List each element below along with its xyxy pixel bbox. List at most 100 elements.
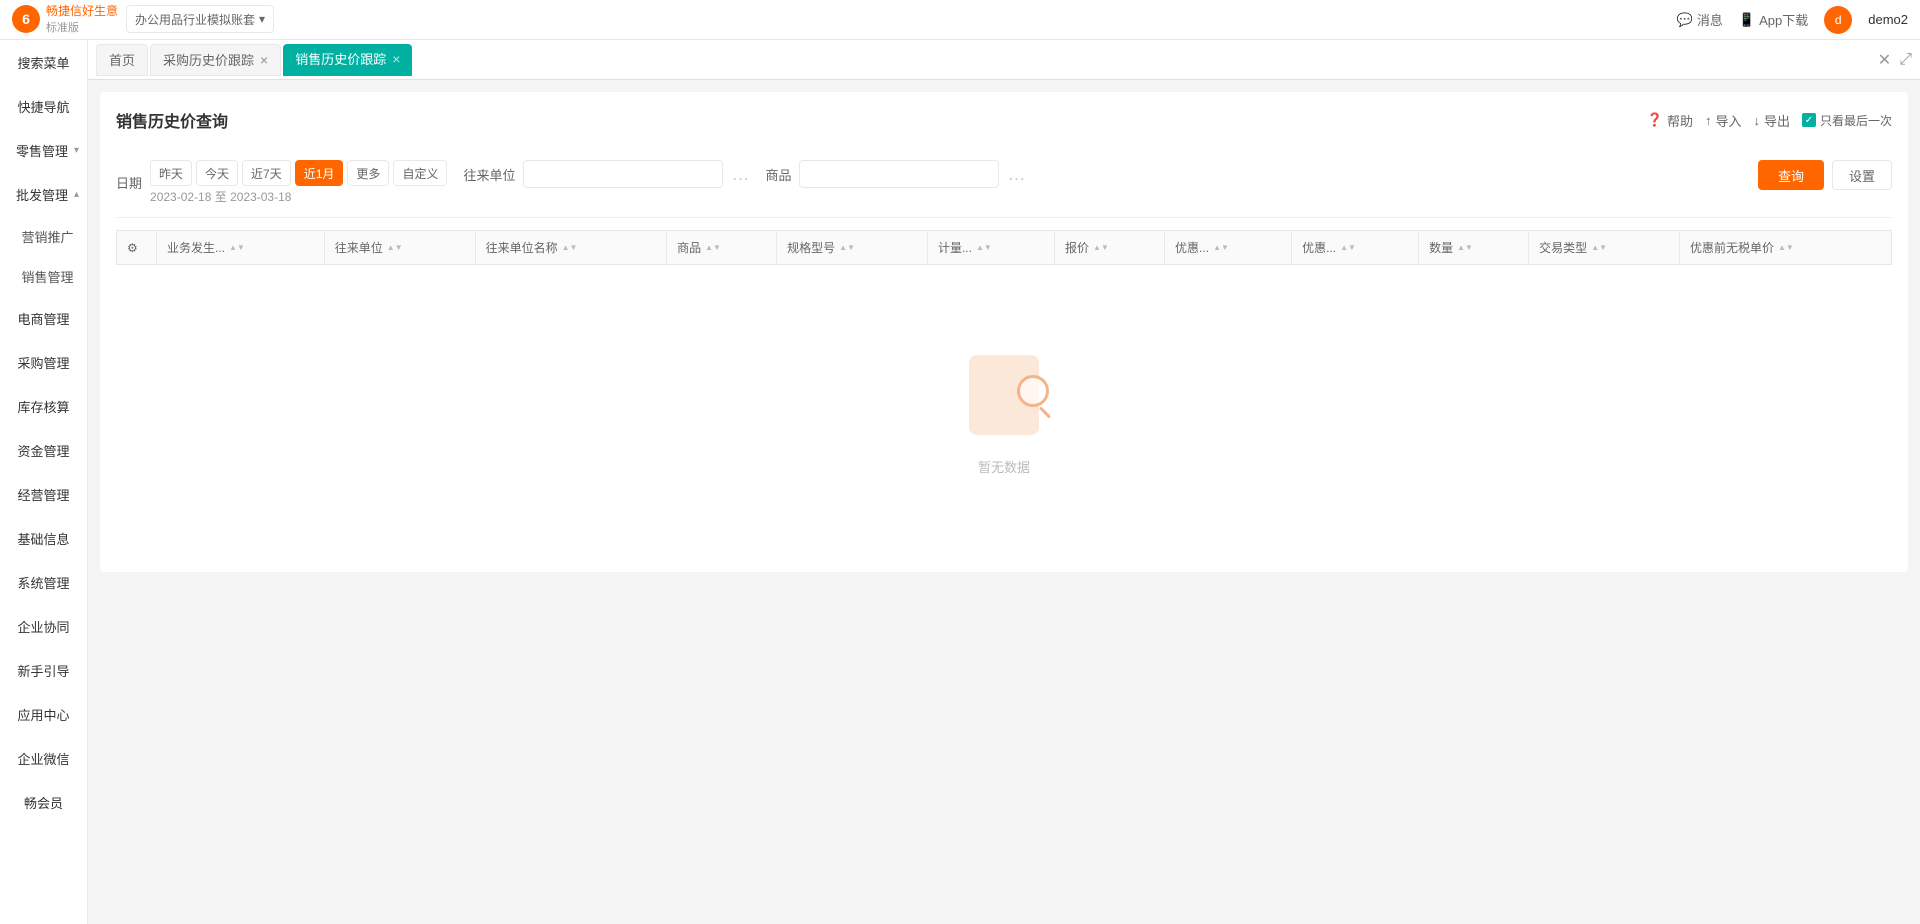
settings-button[interactable]: 设置: [1832, 160, 1892, 190]
tab-bar-controls: ✕ ⤢: [1878, 50, 1912, 70]
tab-close-purchase-history[interactable]: ×: [260, 53, 268, 67]
col-unit[interactable]: 计量... ▲▼: [927, 231, 1054, 265]
tab-close-sales-history[interactable]: ×: [392, 52, 400, 66]
logo-icon: 6: [12, 5, 40, 33]
empty-illustration: [954, 345, 1054, 445]
data-table: ⚙ 业务发生... ▲▼: [116, 230, 1892, 265]
query-button[interactable]: 查询: [1758, 160, 1824, 190]
tab-content-area: 首页 采购历史价跟踪 × 销售历史价跟踪 × ✕ ⤢: [88, 40, 1920, 924]
date-btn-more[interactable]: 更多: [347, 160, 389, 186]
logo: 6 畅捷信好生意 标准版: [12, 4, 118, 34]
customer-picker-icon[interactable]: …: [731, 164, 749, 185]
col-trade-type[interactable]: 交易类型 ▲▼: [1529, 231, 1680, 265]
sidebar-item-app-center[interactable]: 应用中心: [0, 692, 87, 736]
sort-arrows-quantity: ▲▼: [1457, 243, 1473, 252]
date-btn-last1month[interactable]: 近1月: [295, 160, 344, 186]
settings-icon: ⚙: [127, 241, 138, 255]
sidebar-item-finance[interactable]: 资金管理: [0, 428, 87, 472]
product-filter-group: 商品 …: [765, 160, 1025, 188]
date-btn-yesterday[interactable]: 昨天: [150, 160, 192, 186]
sidebar-item-retail[interactable]: 零售管理 ▾: [0, 128, 87, 172]
top-bar: 6 畅捷信好生意 标准版 办公用品行业模拟账套 ▾ 💬 消息 📱 App下载: [0, 0, 1920, 40]
date-btn-custom[interactable]: 自定义: [393, 160, 447, 186]
sort-arrows-trade-type: ▲▼: [1591, 243, 1607, 252]
sidebar-item-shortcuts[interactable]: 快捷导航: [0, 84, 87, 128]
sidebar-item-wholesale[interactable]: 批发管理 ▴: [0, 172, 87, 216]
app-download-action[interactable]: 📱 App下载: [1739, 10, 1808, 29]
date-buttons: 昨天 今天 近7天 近1月 更多 自定义: [150, 160, 447, 186]
col-quote[interactable]: 报价 ▲▼: [1054, 231, 1164, 265]
product-input[interactable]: [799, 160, 999, 188]
sidebar-item-purchase[interactable]: 采购管理: [0, 340, 87, 384]
import-action[interactable]: ↑ 导入: [1705, 111, 1742, 130]
date-filter-group: 日期 昨天 今天 近7天 近1月 更多 自定义 202: [116, 160, 447, 205]
sidebar-item-basic-info[interactable]: 基础信息: [0, 516, 87, 560]
maximize-window-button[interactable]: ⤢: [1899, 51, 1912, 69]
sort-arrows-partner-name: ▲▼: [562, 243, 578, 252]
logo-sub: 标准版: [46, 19, 118, 35]
sidebar-item-vip[interactable]: 畅会员: [0, 780, 87, 824]
retail-expand-icon: ▾: [74, 145, 79, 156]
col-partner-name[interactable]: 往来单位名称 ▲▼: [475, 231, 667, 265]
tab-sales-history[interactable]: 销售历史价跟踪 ×: [283, 44, 412, 76]
sidebar-item-search-menu[interactable]: 搜索菜单: [0, 40, 87, 84]
date-btn-last7[interactable]: 近7天: [242, 160, 291, 186]
product-picker-icon[interactable]: …: [1007, 164, 1025, 185]
sidebar-item-inventory[interactable]: 库存核算: [0, 384, 87, 428]
sort-arrows-biz-date: ▲▼: [229, 243, 245, 252]
sidebar-item-new-user[interactable]: 新手引导: [0, 648, 87, 692]
template-selector[interactable]: 办公用品行业模拟账套 ▾: [126, 5, 274, 33]
tab-purchase-history[interactable]: 采购历史价跟踪 ×: [150, 44, 281, 76]
col-quantity[interactable]: 数量 ▲▼: [1419, 231, 1529, 265]
import-icon: ↑: [1705, 113, 1712, 128]
top-bar-right: 💬 消息 📱 App下载 d demo2: [1677, 6, 1908, 34]
date-range: 2023-02-18 至 2023-03-18: [150, 188, 447, 205]
export-icon: ↓: [1753, 113, 1760, 128]
sort-arrows-product: ▲▼: [705, 243, 721, 252]
close-window-button[interactable]: ✕: [1878, 50, 1891, 70]
user-avatar[interactable]: d: [1824, 6, 1852, 34]
tab-bar: 首页 采购历史价跟踪 × 销售历史价跟踪 × ✕ ⤢: [88, 40, 1920, 80]
col-discount1[interactable]: 优惠... ▲▼: [1165, 231, 1292, 265]
sort-arrows-discount2: ▲▼: [1340, 243, 1356, 252]
logo-text: 畅捷信好生意: [46, 4, 118, 18]
sidebar-item-ecommerce[interactable]: 电商管理: [0, 296, 87, 340]
empty-state: 暂无数据: [116, 265, 1892, 556]
table-header-row: ⚙ 业务发生... ▲▼: [117, 231, 1892, 265]
sidebar-item-marketing[interactable]: 营销推广: [0, 216, 87, 256]
col-discount2[interactable]: 优惠... ▲▼: [1292, 231, 1419, 265]
only-last-checkbox[interactable]: ✓ 只看最后一次: [1802, 112, 1892, 129]
col-partner-code[interactable]: 往来单位 ▲▼: [324, 231, 475, 265]
page-header: 销售历史价查询 ❓ 帮助 ↑ 导入 ↓: [116, 108, 1892, 132]
sidebar-item-system[interactable]: 系统管理: [0, 560, 87, 604]
customer-input[interactable]: [523, 160, 723, 188]
col-product[interactable]: 商品 ▲▼: [667, 231, 777, 265]
sidebar-item-sales[interactable]: 销售管理: [0, 256, 87, 296]
page-title: 销售历史价查询: [116, 108, 228, 132]
sort-arrows-partner-code: ▲▼: [387, 243, 403, 252]
message-action[interactable]: 💬 消息: [1677, 10, 1723, 29]
help-action[interactable]: ❓ 帮助: [1647, 111, 1693, 130]
sidebar-item-enterprise-collab[interactable]: 企业协同: [0, 604, 87, 648]
page-card: 销售历史价查询 ❓ 帮助 ↑ 导入 ↓: [100, 92, 1908, 572]
sidebar-item-enterprise-wechat[interactable]: 企业微信: [0, 736, 87, 780]
sidebar-item-operations[interactable]: 经营管理: [0, 472, 87, 516]
empty-magnifier-shape: [1017, 375, 1049, 407]
page-header-actions: ❓ 帮助 ↑ 导入 ↓ 导出: [1647, 111, 1892, 130]
filter-actions: 查询 设置: [1758, 160, 1892, 190]
col-spec[interactable]: 规格型号 ▲▼: [777, 231, 928, 265]
top-bar-left: 6 畅捷信好生意 标准版 办公用品行业模拟账套 ▾: [12, 4, 274, 34]
product-label: 商品: [765, 165, 791, 184]
col-pre-tax-price[interactable]: 优惠前无税单价 ▲▼: [1679, 231, 1891, 265]
sort-arrows-pre-tax-price: ▲▼: [1778, 243, 1794, 252]
tab-home[interactable]: 首页: [96, 44, 148, 76]
date-btn-today[interactable]: 今天: [196, 160, 238, 186]
customer-filter-group: 往来单位 …: [463, 160, 749, 188]
export-action[interactable]: ↓ 导出: [1753, 111, 1790, 130]
col-biz-date[interactable]: 业务发生... ▲▼: [157, 231, 325, 265]
sort-arrows-spec: ▲▼: [839, 243, 855, 252]
help-icon: ❓: [1647, 112, 1663, 128]
date-label: 日期: [116, 173, 142, 192]
col-settings[interactable]: ⚙: [117, 231, 157, 265]
empty-text: 暂无数据: [978, 457, 1030, 476]
